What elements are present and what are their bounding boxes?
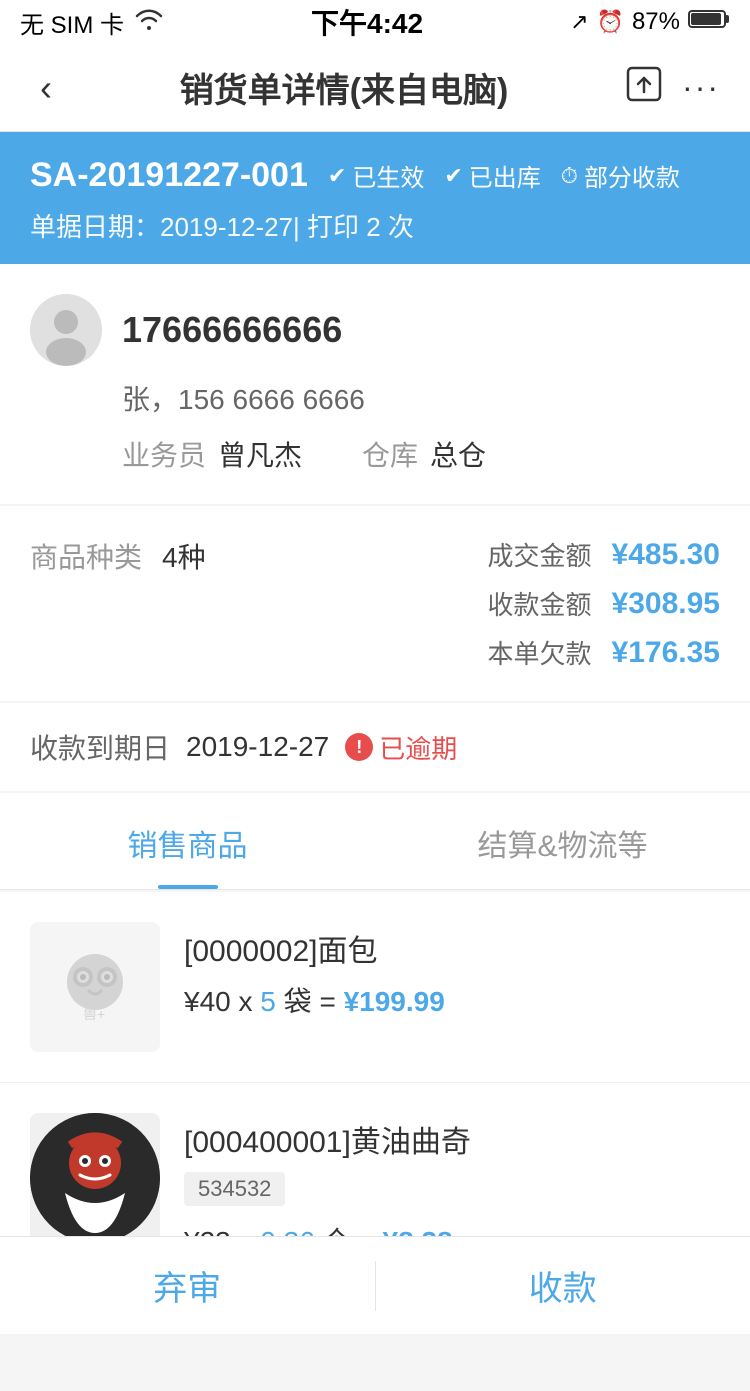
date-label: 单据日期： [30,212,160,242]
sales-value: 曾凡杰 [218,434,302,474]
summary-left: 商品种类 4种 [30,536,206,576]
share-button[interactable] [626,66,662,110]
order-id-row: SA-20191227-001 ✔ 已生效 ✔ 已出库 ⏱ 部分收款 [30,156,720,195]
warehouse-label: 仓库 [362,434,418,474]
summary-right: 成交金额 ¥485.30 收款金额 ¥308.95 本单欠款 ¥176.35 [488,536,720,671]
back-button[interactable]: ‹ [30,57,62,119]
payment-amount-value: ¥308.95 [612,587,720,621]
product-image-ninja [30,1113,160,1243]
tab-settlement[interactable]: 结算&物流等 [375,793,750,889]
overdue-badge: ! 已逾期 [345,729,457,766]
product-list: 兽+ [0000002]面包 ¥40 x 5 袋 = ¥199.99 [0,892,750,1291]
check-icon-2: ✔ [444,163,462,189]
sales-meta: 业务员 曾凡杰 [122,434,302,474]
deal-amount-row: 成交金额 ¥485.30 [488,536,720,573]
status-time: 下午4:42 [311,2,423,42]
product-type-item: 商品种类 4种 [30,536,206,576]
wifi-icon [134,8,164,37]
product-image-owl: 兽+ [30,922,160,1052]
price-unit: 袋 [284,986,312,1017]
location-icon: ↗ [570,9,588,35]
avatar [30,294,102,366]
customer-id: 17666666666 [122,309,342,351]
tabs: 销售商品 结算&物流等 [0,793,750,890]
debt-amount-label: 本单欠款 [488,634,592,671]
sales-label: 业务员 [122,434,206,474]
list-item: 兽+ [0000002]面包 ¥40 x 5 袋 = ¥199.99 [0,892,750,1083]
overdue-dot-icon: ! [345,733,373,761]
price-equals: = [319,986,343,1017]
product-price: ¥40 x 5 袋 = ¥199.99 [184,980,720,1020]
print-info: | 打印 2 次 [293,212,414,242]
price-qty: 5 [260,986,276,1017]
product-thumbnail: 兽+ [30,922,160,1052]
overdue-text: 已逾期 [379,729,457,766]
deal-amount-label: 成交金额 [488,536,592,573]
price-base: ¥40 [184,986,231,1017]
header-banner: SA-20191227-001 ✔ 已生效 ✔ 已出库 ⏱ 部分收款 单据日期：… [0,132,750,264]
date-value: 2019-12-27 [160,212,293,242]
payment-amount-label: 收款金额 [488,585,592,622]
svg-text:兽+: 兽+ [83,1006,105,1022]
status-bar: 无 SIM 卡 下午4:42 ↗ ⏰ 87% [0,0,750,44]
nav-bar: ‹ 销货单详情(来自电脑) ··· [0,44,750,132]
customer-section: 17666666666 张，156 6666 6666 业务员 曾凡杰 仓库 总… [0,264,750,504]
order-id: SA-20191227-001 [30,156,308,195]
product-thumbnail-2 [30,1113,160,1243]
page-title: 销货单详情(来自电脑) [62,63,626,112]
product-info: [0000002]面包 ¥40 x 5 袋 = ¥199.99 [184,922,720,1020]
customer-contact: 张，156 6666 6666 [122,378,720,418]
check-icon: ✔ [328,163,346,189]
cancel-audit-button[interactable]: 弃审 [0,1261,375,1310]
product-type-label: 商品种类 [30,536,142,576]
customer-row: 17666666666 [30,294,720,366]
product-name-2: [000400001]黄油曲奇 [184,1117,720,1161]
due-section: 收款到期日 2019-12-27 ! 已逾期 [0,703,750,791]
summary-section: 商品种类 4种 成交金额 ¥485.30 收款金额 ¥308.95 本单欠款 ¥… [0,506,750,701]
more-button[interactable]: ··· [682,69,720,106]
status-right: ↗ ⏰ 87% [570,8,730,37]
alarm-icon: ⏰ [597,9,624,35]
due-label: 收款到期日 [30,727,170,767]
tab-products[interactable]: 销售商品 [0,793,375,889]
debt-amount-row: 本单欠款 ¥176.35 [488,634,720,671]
price-total: ¥199.99 [344,986,445,1017]
deal-amount-value: ¥485.30 [612,538,720,572]
clock-icon: ⏱ [561,163,578,189]
payment-button[interactable]: 收款 [376,1261,750,1310]
due-date: 2019-12-27 [186,731,329,763]
payment-amount-row: 收款金额 ¥308.95 [488,585,720,622]
battery-icon [688,8,730,37]
product-type-value: 4种 [162,536,206,576]
customer-meta: 业务员 曾凡杰 仓库 总仓 [122,434,720,474]
product-sku: 534532 [184,1172,285,1206]
nav-actions: ··· [626,66,720,110]
debt-amount-value: ¥176.35 [612,636,720,670]
summary-grid: 商品种类 4种 成交金额 ¥485.30 收款金额 ¥308.95 本单欠款 ¥… [30,536,720,671]
badge-partial: ⏱ 部分收款 [561,158,680,193]
carrier-text: 无 SIM 卡 [20,5,124,40]
warehouse-value: 总仓 [430,434,486,474]
product-name: [0000002]面包 [184,926,720,970]
badge-shipped: ✔ 已出库 [444,158,540,193]
bottom-bar: 弃审 收款 [0,1236,750,1334]
battery-text: 87% [632,8,680,36]
warehouse-meta: 仓库 总仓 [362,434,486,474]
badge-activated: ✔ 已生效 [328,158,424,193]
status-left: 无 SIM 卡 [20,5,164,40]
price-multiplier: x [239,986,261,1017]
header-date: 单据日期：2019-12-27| 打印 2 次 [30,207,720,244]
